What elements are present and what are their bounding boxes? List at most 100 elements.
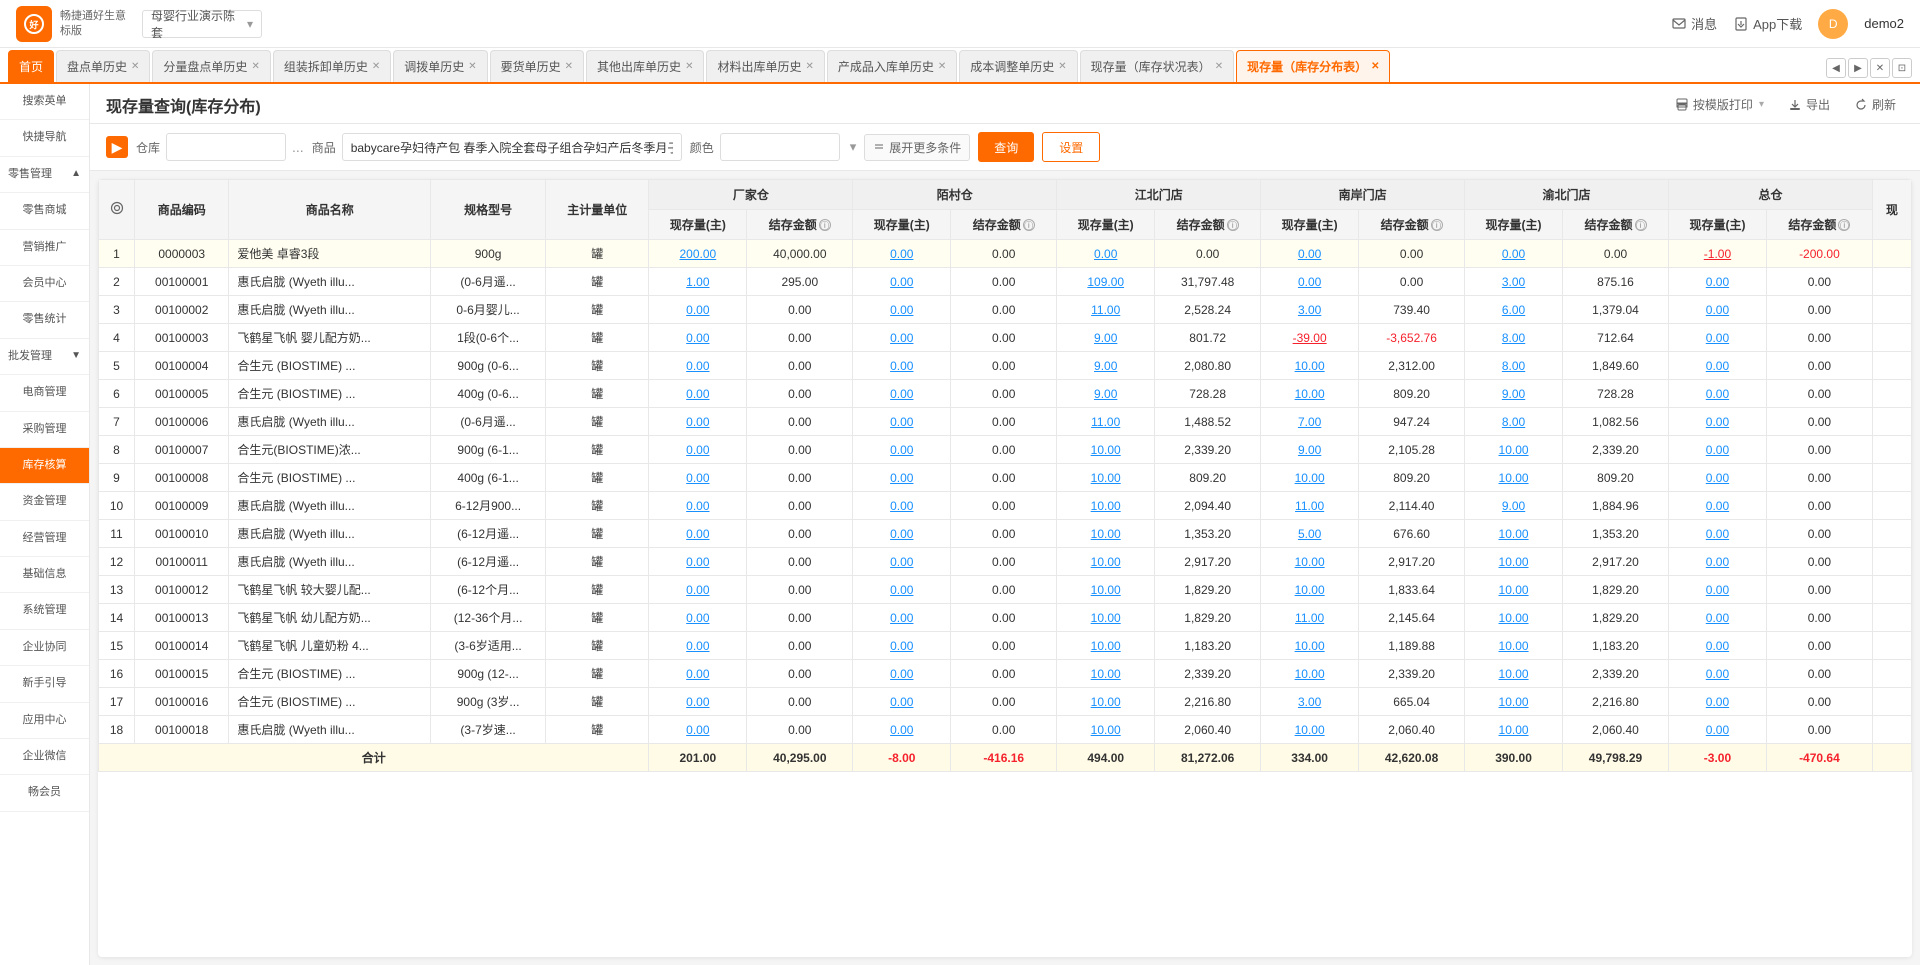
tab-inventory-count[interactable]: 盘点单历史 ✕ — [56, 50, 150, 82]
row-w4-qty[interactable]: 10.00 — [1261, 632, 1359, 660]
row-w2-qty[interactable]: 0.00 — [853, 716, 951, 744]
row-w1-qty[interactable]: 0.00 — [649, 688, 747, 716]
row-w3-qty[interactable]: 10.00 — [1057, 688, 1155, 716]
row-w1-qty[interactable]: 1.00 — [649, 268, 747, 296]
row-w4-qty[interactable]: 7.00 — [1261, 408, 1359, 436]
info-icon[interactable]: ⓘ — [1431, 219, 1443, 231]
row-tot-qty[interactable]: 0.00 — [1669, 604, 1767, 632]
row-w4-qty[interactable]: 0.00 — [1261, 240, 1359, 268]
tab-prev-btn[interactable]: ◀ — [1826, 58, 1846, 78]
row-w1-qty[interactable]: 0.00 — [649, 296, 747, 324]
row-tot-qty[interactable]: 0.00 — [1669, 464, 1767, 492]
row-w1-qty[interactable]: 0.00 — [649, 716, 747, 744]
warehouse-input[interactable] — [166, 133, 286, 161]
row-w1-qty[interactable]: 0.00 — [649, 408, 747, 436]
sidebar-item-app-center[interactable]: 应用中心 — [0, 703, 89, 739]
message-btn[interactable]: 消息 — [1671, 14, 1717, 33]
tab-close-icon[interactable]: ✕ — [805, 61, 813, 72]
row-w5-qty[interactable]: 8.00 — [1465, 352, 1563, 380]
tab-close-icon[interactable]: ✕ — [685, 61, 693, 72]
row-tot-qty[interactable]: 0.00 — [1669, 632, 1767, 660]
row-w1-qty[interactable]: 0.00 — [649, 324, 747, 352]
row-w5-qty[interactable]: 10.00 — [1465, 576, 1563, 604]
row-w5-qty[interactable]: 10.00 — [1465, 660, 1563, 688]
sidebar-item-ecommerce[interactable]: 电商管理 — [0, 375, 89, 411]
row-w4-qty[interactable]: 10.00 — [1261, 352, 1359, 380]
row-tot-qty[interactable]: 0.00 — [1669, 688, 1767, 716]
settings-btn[interactable]: 设置 — [1042, 132, 1100, 162]
tab-close-icon[interactable]: ✕ — [372, 61, 380, 72]
sidebar-item-wholesale-mgmt[interactable]: 批发管理 ▼ — [0, 339, 89, 375]
print-btn[interactable]: 按模版打印 ▾ — [1667, 92, 1772, 117]
row-w4-qty[interactable]: 10.00 — [1261, 716, 1359, 744]
row-w3-qty[interactable]: 10.00 — [1057, 436, 1155, 464]
row-w5-qty[interactable]: 10.00 — [1465, 604, 1563, 632]
row-w2-qty[interactable]: 0.00 — [853, 632, 951, 660]
tab-close-icon[interactable]: ✕ — [1371, 61, 1379, 72]
tab-partial-count[interactable]: 分量盘点单历史 ✕ — [152, 50, 270, 82]
sidebar-item-marketing[interactable]: 营销推广 — [0, 230, 89, 266]
row-w5-qty[interactable]: 0.00 — [1465, 240, 1563, 268]
sidebar-item-retail-mgmt[interactable]: 零售管理 ▲ — [0, 157, 89, 193]
row-w1-qty[interactable]: 0.00 — [649, 660, 747, 688]
row-w2-qty[interactable]: 0.00 — [853, 688, 951, 716]
row-w3-qty[interactable]: 10.00 — [1057, 464, 1155, 492]
row-w5-qty[interactable]: 10.00 — [1465, 632, 1563, 660]
user-avatar[interactable]: D — [1818, 9, 1848, 39]
row-tot-qty[interactable]: 0.00 — [1669, 548, 1767, 576]
row-w2-qty[interactable]: 0.00 — [853, 492, 951, 520]
sidebar-item-search[interactable]: 搜索英单 — [0, 84, 89, 120]
row-w3-qty[interactable]: 10.00 — [1057, 492, 1155, 520]
row-w3-qty[interactable]: 109.00 — [1057, 268, 1155, 296]
row-w1-qty[interactable]: 0.00 — [649, 604, 747, 632]
row-w2-qty[interactable]: 0.00 — [853, 296, 951, 324]
goods-input[interactable] — [342, 133, 682, 161]
row-w4-qty[interactable]: 11.00 — [1261, 604, 1359, 632]
sidebar-item-guide[interactable]: 新手引导 — [0, 666, 89, 702]
tab-transfer[interactable]: 调拨单历史 ✕ — [393, 50, 487, 82]
row-tot-qty[interactable]: 0.00 — [1669, 324, 1767, 352]
row-w2-qty[interactable]: 0.00 — [853, 604, 951, 632]
row-tot-qty[interactable]: 0.00 — [1669, 716, 1767, 744]
row-w3-qty[interactable]: 10.00 — [1057, 716, 1155, 744]
row-w5-qty[interactable]: 10.00 — [1465, 436, 1563, 464]
row-w5-qty[interactable]: 6.00 — [1465, 296, 1563, 324]
row-w3-qty[interactable]: 0.00 — [1057, 240, 1155, 268]
row-w3-qty[interactable]: 10.00 — [1057, 520, 1155, 548]
tab-other-outbound[interactable]: 其他出库单历史 ✕ — [586, 50, 704, 82]
query-btn[interactable]: 查询 — [978, 132, 1034, 162]
row-w5-qty[interactable]: 8.00 — [1465, 324, 1563, 352]
sidebar-item-finance[interactable]: 资金管理 — [0, 484, 89, 520]
row-w1-qty[interactable]: 0.00 — [649, 632, 747, 660]
sidebar-item-enterprise[interactable]: 企业协同 — [0, 630, 89, 666]
tab-maximize-btn[interactable]: ⊡ — [1892, 58, 1912, 78]
row-w1-qty[interactable]: 0.00 — [649, 352, 747, 380]
row-tot-qty[interactable]: 0.00 — [1669, 268, 1767, 296]
tab-assembly[interactable]: 组装拆卸单历史 ✕ — [273, 50, 391, 82]
row-w1-qty[interactable]: 0.00 — [649, 548, 747, 576]
tab-material-outbound[interactable]: 材料出库单历史 ✕ — [706, 50, 824, 82]
sidebar-item-vip[interactable]: 畅会员 — [0, 775, 89, 811]
row-tot-qty[interactable]: 0.00 — [1669, 520, 1767, 548]
row-tot-qty[interactable]: 0.00 — [1669, 492, 1767, 520]
sidebar-item-purchase[interactable]: 采购管理 — [0, 412, 89, 448]
tab-product-inbound[interactable]: 产成品入库单历史 ✕ — [827, 50, 957, 82]
tab-stock-status[interactable]: 现存量（库存状况表） ✕ — [1080, 50, 1234, 82]
row-tot-qty[interactable]: 0.00 — [1669, 380, 1767, 408]
row-tot-qty[interactable]: 0.00 — [1669, 352, 1767, 380]
sidebar-item-nav[interactable]: 快捷导航 — [0, 120, 89, 156]
industry-selector[interactable]: 母婴行业演示陈套 ▾ — [142, 10, 262, 38]
row-w2-qty[interactable]: 0.00 — [853, 408, 951, 436]
sidebar-item-operations[interactable]: 经营管理 — [0, 521, 89, 557]
row-w4-qty[interactable]: 10.00 — [1261, 548, 1359, 576]
tab-close-icon[interactable]: ✕ — [131, 61, 139, 72]
export-btn[interactable]: 导出 — [1780, 92, 1838, 117]
sidebar-item-retail-stats[interactable]: 零售统计 — [0, 302, 89, 338]
refresh-btn[interactable]: 刷新 — [1846, 92, 1904, 117]
row-w2-qty[interactable]: 0.00 — [853, 520, 951, 548]
row-w3-qty[interactable]: 10.00 — [1057, 632, 1155, 660]
row-w2-qty[interactable]: 0.00 — [853, 436, 951, 464]
row-w5-qty[interactable]: 10.00 — [1465, 464, 1563, 492]
row-w1-qty[interactable]: 0.00 — [649, 576, 747, 604]
row-w5-qty[interactable]: 10.00 — [1465, 520, 1563, 548]
